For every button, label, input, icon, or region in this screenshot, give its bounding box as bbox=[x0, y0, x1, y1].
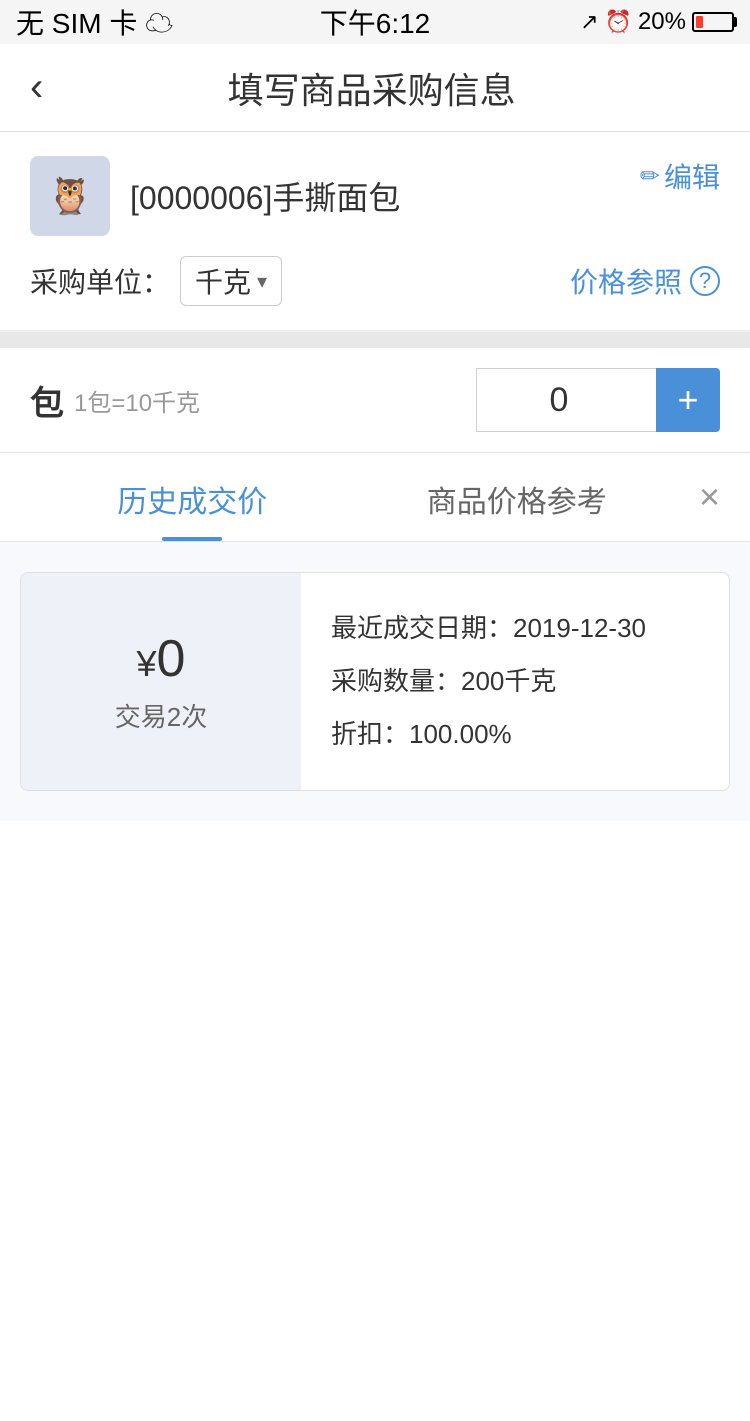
product-left: 🦉 [0000006]手撕面包 bbox=[30, 156, 400, 236]
unit-select[interactable]: 千克 ▾ bbox=[180, 256, 282, 306]
help-icon: ? bbox=[690, 266, 720, 296]
page-title: 填写商品采购信息 bbox=[63, 62, 680, 114]
alarm-icon: ⏰ bbox=[605, 9, 632, 35]
product-bottom: 采购单位： 千克 ▾ 价格参照 ? bbox=[30, 256, 720, 306]
price-ref-label: 价格参照 bbox=[570, 261, 682, 301]
history-price-value: ¥0 bbox=[137, 629, 186, 689]
product-owl-icon: 🦉 bbox=[48, 175, 93, 217]
product-card: 🦉 [0000006]手撕面包 ✏ 编辑 采购单位： 千克 ▾ 价格参照 ? bbox=[0, 132, 750, 330]
product-thumbnail: 🦉 bbox=[30, 156, 110, 236]
nav-header: ‹ 填写商品采购信息 bbox=[0, 44, 750, 132]
tab-history-price[interactable]: 历史成交价 bbox=[30, 453, 354, 541]
help-label: ? bbox=[699, 268, 711, 294]
quantity-detail-value: 200千克 bbox=[461, 666, 556, 696]
history-card: ¥0 交易2次 最近成交日期：2019-12-30 采购数量：200千克 折扣：… bbox=[20, 572, 730, 791]
unit-equivalence: 1包=10千克 bbox=[74, 383, 200, 418]
product-top: 🦉 [0000006]手撕面包 ✏ 编辑 bbox=[30, 156, 720, 236]
battery-icon bbox=[692, 12, 734, 32]
history-details: 最近成交日期：2019-12-30 采购数量：200千克 折扣：100.00% bbox=[301, 573, 729, 790]
tabs-header: 历史成交价 商品价格参考 × bbox=[0, 453, 750, 542]
unit-row: 采购单位： 千克 ▾ bbox=[30, 256, 282, 306]
edit-label: 编辑 bbox=[664, 156, 720, 196]
quantity-input[interactable] bbox=[476, 368, 656, 432]
edit-button[interactable]: ✏ 编辑 bbox=[640, 156, 720, 196]
quantity-plus-button[interactable]: + bbox=[656, 368, 720, 432]
battery-percent: 20% bbox=[638, 8, 686, 36]
sim-label: 无 SIM 卡 ☁ bbox=[16, 2, 173, 42]
price-reference-button[interactable]: 价格参照 ? bbox=[570, 261, 720, 301]
unit-label: 采购单位： bbox=[30, 261, 170, 301]
unit-value: 千克 bbox=[195, 261, 251, 301]
recent-date-row: 最近成交日期：2019-12-30 bbox=[331, 609, 699, 648]
unit-badge: 包 bbox=[30, 376, 64, 425]
back-button[interactable]: ‹ bbox=[30, 65, 43, 110]
quantity-row: 包 1包=10千克 + bbox=[0, 348, 750, 453]
unit-dropdown-arrow: ▾ bbox=[257, 269, 267, 294]
discount-value: 100.00% bbox=[409, 719, 512, 749]
currency-symbol: ¥ bbox=[137, 643, 157, 684]
status-bar: 无 SIM 卡 ☁ 下午6:12 ↗ ⏰ 20% bbox=[0, 0, 750, 44]
quantity-detail-label: 采购数量： bbox=[331, 666, 461, 696]
status-time: 下午6:12 bbox=[320, 2, 431, 42]
recent-date-value: 2019-12-30 bbox=[513, 613, 646, 643]
tabs-close-button[interactable]: × bbox=[679, 479, 720, 515]
plus-icon: + bbox=[677, 382, 698, 418]
discount-row: 折扣：100.00% bbox=[331, 715, 699, 754]
quantity-label: 包 1包=10千克 bbox=[30, 376, 200, 425]
status-right: ↗ ⏰ 20% bbox=[580, 8, 734, 36]
discount-label: 折扣： bbox=[331, 719, 409, 749]
edit-icon: ✏ bbox=[640, 162, 660, 191]
status-left: 无 SIM 卡 ☁ bbox=[16, 2, 173, 42]
history-content: ¥0 交易2次 最近成交日期：2019-12-30 采购数量：200千克 折扣：… bbox=[0, 542, 750, 821]
product-name: [0000006]手撕面包 bbox=[130, 173, 400, 219]
divider bbox=[0, 332, 750, 348]
tab-product-price-ref[interactable]: 商品价格参考 bbox=[354, 453, 678, 541]
quantity-row-detail: 采购数量：200千克 bbox=[331, 662, 699, 701]
history-trades-label: 交易2次 bbox=[115, 697, 207, 734]
price-number: 0 bbox=[157, 630, 186, 688]
tabs-panel: 历史成交价 商品价格参考 × ¥0 交易2次 最近成交日期：2019-12-30… bbox=[0, 453, 750, 821]
recent-date-label: 最近成交日期： bbox=[331, 613, 513, 643]
quantity-input-wrap: + bbox=[476, 368, 720, 432]
history-price-summary: ¥0 交易2次 bbox=[21, 573, 301, 790]
location-icon: ↗ bbox=[580, 9, 598, 35]
white-bottom-area bbox=[0, 821, 750, 1421]
